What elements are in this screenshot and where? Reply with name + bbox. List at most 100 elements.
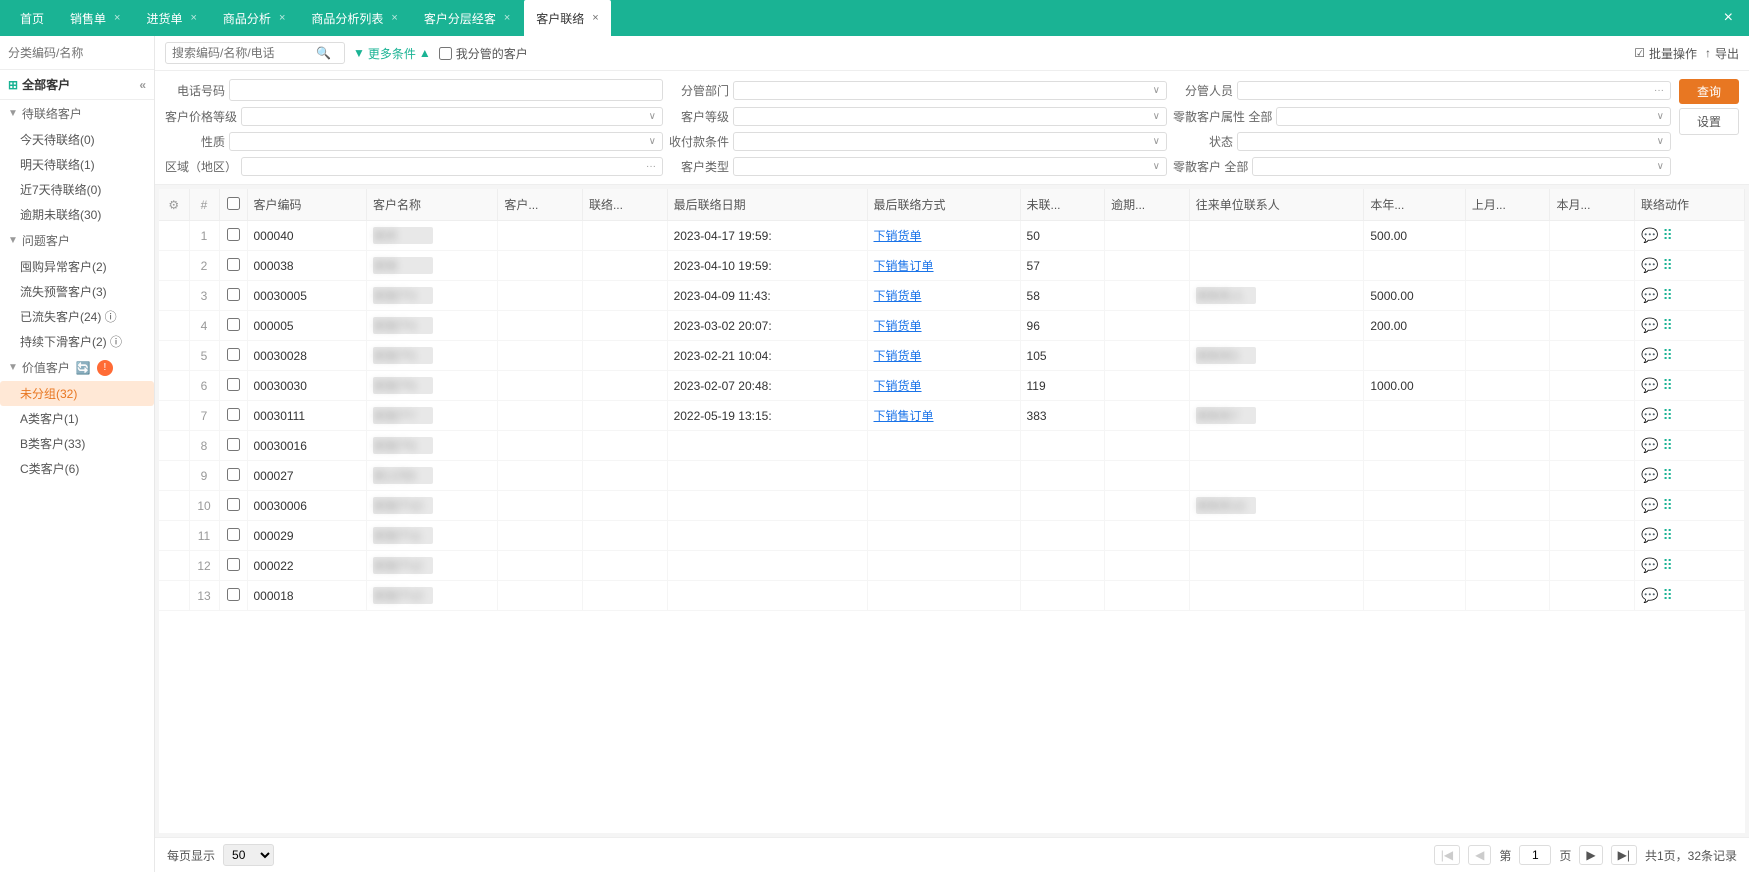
th-type[interactable]: 客户...	[498, 189, 583, 221]
row-checkbox[interactable]	[227, 258, 240, 271]
sidebar-item-churn-warning[interactable]: 流失预警客户(3)	[0, 279, 154, 304]
th-this-year[interactable]: 本年...	[1364, 189, 1465, 221]
apps-icon[interactable]: ⠿	[1662, 317, 1672, 334]
contact-method-link[interactable]: 下销售订单	[874, 409, 934, 423]
close-purchase-icon[interactable]: ×	[190, 12, 196, 24]
row-check[interactable]	[219, 221, 247, 251]
message-icon[interactable]: 💬	[1641, 317, 1658, 334]
nav-product-analysis[interactable]: 商品分析 ×	[211, 0, 297, 36]
nav-sales[interactable]: 销售单 ×	[58, 0, 132, 36]
message-icon[interactable]: 💬	[1641, 287, 1658, 304]
sidebar-search-input[interactable]	[8, 46, 155, 60]
phone-input[interactable]	[229, 79, 663, 101]
message-icon[interactable]: 💬	[1641, 527, 1658, 544]
page-size-select[interactable]: 50 100 200	[223, 844, 274, 866]
apps-icon[interactable]: ⠿	[1662, 227, 1672, 244]
sidebar-item-tomorrow[interactable]: 明天待联络(1)	[0, 152, 154, 177]
row-checkbox[interactable]	[227, 378, 240, 391]
message-icon[interactable]: 💬	[1641, 437, 1658, 454]
row-check[interactable]	[219, 341, 247, 371]
contact-method-link[interactable]: 下销货单	[874, 289, 922, 303]
message-icon[interactable]: 💬	[1641, 557, 1658, 574]
row-checkbox[interactable]	[227, 438, 240, 451]
sidebar-all-customers[interactable]: ⊞ 全部客户 «	[0, 70, 154, 100]
row-checkbox[interactable]	[227, 468, 240, 481]
close-customer-contact-icon[interactable]: ×	[592, 12, 598, 24]
row-check[interactable]	[219, 281, 247, 311]
contact-method-link[interactable]: 下销货单	[874, 349, 922, 363]
main-search-icon[interactable]: 🔍	[316, 46, 331, 60]
customer-level-select[interactable]: ∨	[733, 107, 1167, 126]
message-icon[interactable]: 💬	[1641, 467, 1658, 484]
row-checkbox[interactable]	[227, 558, 240, 571]
apps-icon[interactable]: ⠿	[1662, 587, 1672, 604]
sidebar-item-class-c[interactable]: C类客户(6)	[0, 456, 154, 481]
message-icon[interactable]: 💬	[1641, 257, 1658, 274]
apps-icon[interactable]: ⠿	[1662, 347, 1672, 364]
row-checkbox[interactable]	[227, 498, 240, 511]
row-check[interactable]	[219, 581, 247, 611]
message-icon[interactable]: 💬	[1641, 587, 1658, 604]
close-product-analysis-icon[interactable]: ×	[279, 12, 285, 24]
contact-method-link[interactable]: 下销货单	[874, 379, 922, 393]
th-last-contact-date[interactable]: 最后联络日期	[667, 189, 867, 221]
apps-icon[interactable]: ⠿	[1662, 527, 1672, 544]
contact-method-link[interactable]: 下销货单	[874, 229, 922, 243]
nav-purchase[interactable]: 进货单 ×	[134, 0, 208, 36]
apps-icon[interactable]: ⠿	[1662, 257, 1672, 274]
th-settings[interactable]: ⚙	[159, 189, 189, 221]
nav-home[interactable]: 首页	[8, 0, 56, 36]
sidebar-item-7days[interactable]: 近7天待联络(0)	[0, 177, 154, 202]
my-customers-check[interactable]	[439, 47, 452, 60]
sidebar-item-unclassified[interactable]: 未分组(32)	[0, 381, 154, 406]
batch-ops-button[interactable]: ☑ 批量操作	[1634, 45, 1697, 62]
payment-select[interactable]: ∨	[733, 132, 1167, 151]
apps-icon[interactable]: ⠿	[1662, 287, 1672, 304]
th-code[interactable]: 客户编码	[247, 189, 366, 221]
close-customer-segment-icon[interactable]: ×	[504, 12, 510, 24]
my-customers-checkbox[interactable]: 我分管的客户	[439, 45, 528, 62]
th-contact[interactable]: 联络...	[582, 189, 667, 221]
th-check[interactable]	[219, 189, 247, 221]
nav-customer-contact[interactable]: 客户联络 ×	[524, 0, 610, 36]
row-checkbox[interactable]	[227, 408, 240, 421]
row-check[interactable]	[219, 461, 247, 491]
message-icon[interactable]: 💬	[1641, 407, 1658, 424]
row-check[interactable]	[219, 251, 247, 281]
sidebar-item-class-b[interactable]: B类客户(33)	[0, 431, 154, 456]
select-all-checkbox[interactable]	[227, 197, 240, 210]
row-checkbox[interactable]	[227, 318, 240, 331]
row-checkbox[interactable]	[227, 228, 240, 241]
close-all-tabs-button[interactable]: ×	[1716, 9, 1741, 27]
th-name[interactable]: 客户名称	[366, 189, 497, 221]
customer-type-select[interactable]: ∨	[733, 157, 1167, 176]
sidebar-group-value[interactable]: ▼ 价值客户 🔄 !	[0, 354, 154, 381]
price-level-select[interactable]: ∨	[241, 107, 663, 126]
sidebar-item-class-a[interactable]: A类客户(1)	[0, 406, 154, 431]
row-check[interactable]	[219, 371, 247, 401]
row-check[interactable]	[219, 431, 247, 461]
page-number-input[interactable]	[1519, 845, 1551, 865]
close-sales-icon[interactable]: ×	[114, 12, 120, 24]
search-button[interactable]: 查询	[1679, 79, 1739, 104]
nav-product-list[interactable]: 商品分析列表 ×	[299, 0, 409, 36]
row-checkbox[interactable]	[227, 588, 240, 601]
main-search-input[interactable]	[172, 46, 312, 60]
th-partner-contact[interactable]: 往来单位联系人	[1189, 189, 1364, 221]
more-filters-button[interactable]: ▼ 更多条件 ▲	[353, 45, 431, 62]
apps-icon[interactable]: ⠿	[1662, 377, 1672, 394]
apps-icon[interactable]: ⠿	[1662, 557, 1672, 574]
sidebar-item-churned[interactable]: 已流失客户(24) ⓘ	[0, 304, 154, 329]
region-select[interactable]: ···	[241, 157, 663, 176]
sidebar-item-abnormal[interactable]: 囤购异常客户(2)	[0, 254, 154, 279]
close-product-list-icon[interactable]: ×	[391, 12, 397, 24]
export-button[interactable]: ↑ 导出	[1705, 45, 1739, 62]
apps-icon[interactable]: ⠿	[1662, 437, 1672, 454]
next-page-button[interactable]: ▶	[1579, 845, 1602, 865]
th-last-month[interactable]: 上月...	[1465, 189, 1550, 221]
row-checkbox[interactable]	[227, 288, 240, 301]
apps-icon[interactable]: ⠿	[1662, 467, 1672, 484]
row-check[interactable]	[219, 401, 247, 431]
row-check[interactable]	[219, 311, 247, 341]
sidebar-item-overdue[interactable]: 逾期未联络(30)	[0, 202, 154, 227]
